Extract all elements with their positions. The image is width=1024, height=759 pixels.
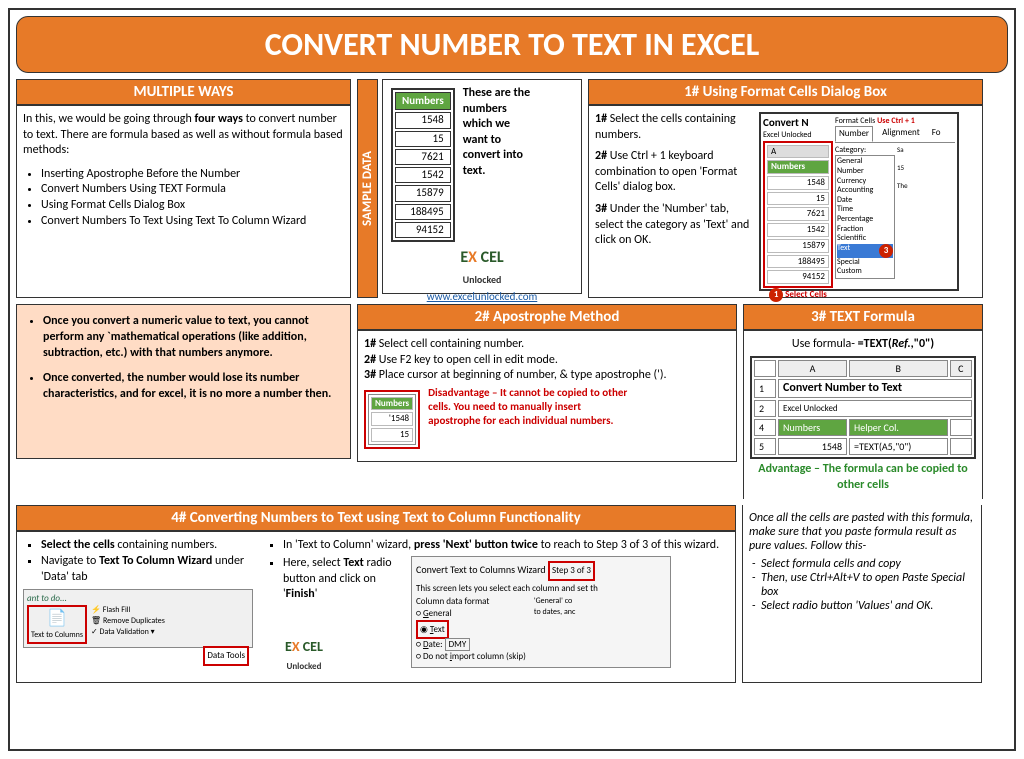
apostrophe-example: Numbers'154815 <box>364 390 420 449</box>
apostrophe-header: 2# Apostrophe Method <box>357 304 737 330</box>
excel-unlocked-logo: EX CELUnlocked <box>389 248 575 290</box>
text-formula-section: 3# TEXT Formula Use formula- =TEXT(Ref.,… <box>743 304 983 499</box>
text-to-column-header: 4# Converting Numbers to Text using Text… <box>16 505 736 531</box>
sample-data-section: SAMPLE DATA Numbers 1548 15 7621 1542 15… <box>357 79 582 298</box>
main-title: CONVERT NUMBER TO TEXT IN EXCEL <box>16 16 1008 73</box>
methods-list: Inserting Apostrophe Before the Number C… <box>23 167 344 229</box>
important-notes: Once you convert a numeric value to text… <box>16 304 351 459</box>
text-to-column-section: 4# Converting Numbers to Text using Text… <box>16 505 736 683</box>
text-formula-header: 3# TEXT Formula <box>743 304 983 330</box>
text-formula-continuation: Once all the cells are pasted with this … <box>742 505 982 683</box>
apostrophe-method-section: 2# Apostrophe Method 1# 1# Select cell c… <box>357 304 737 499</box>
multiple-ways-header: MULTIPLE WAYS <box>16 79 351 105</box>
sample-data-label: SAMPLE DATA <box>357 79 378 298</box>
format-cells-section: 1# Using Format Cells Dialog Box 1# Sele… <box>588 79 983 298</box>
text-formula-example-table: ABC 1Convert Number to Text 2Excel Unloc… <box>750 356 976 460</box>
disadvantage-note: Disadvantage – It cannot be copied to ot… <box>428 386 628 449</box>
format-cells-screenshot: Convert N Excel Unlocked A Numbers 1548 … <box>759 112 959 291</box>
multiple-ways-section: MULTIPLE WAYS In this, we would be going… <box>16 79 351 298</box>
text-to-column-wizard-screenshot: Convert Text to Columns Wizard Step 3 of… <box>411 556 671 668</box>
advantage-note: Advantage – The formula can be copied to… <box>750 462 976 493</box>
sample-numbers-table: Numbers 1548 15 7621 1542 15879 188495 9… <box>391 88 455 242</box>
data-ribbon-screenshot: ant to do... 📄 Text to Columns ⚡ Flash F… <box>23 589 253 648</box>
text-to-columns-icon: 📄 <box>31 609 83 630</box>
website-link[interactable]: www.excelunlocked.com <box>389 290 575 304</box>
excel-unlocked-logo-2: EX CELUnlocked <box>285 638 323 675</box>
format-cells-header: 1# Using Format Cells Dialog Box <box>588 79 983 105</box>
